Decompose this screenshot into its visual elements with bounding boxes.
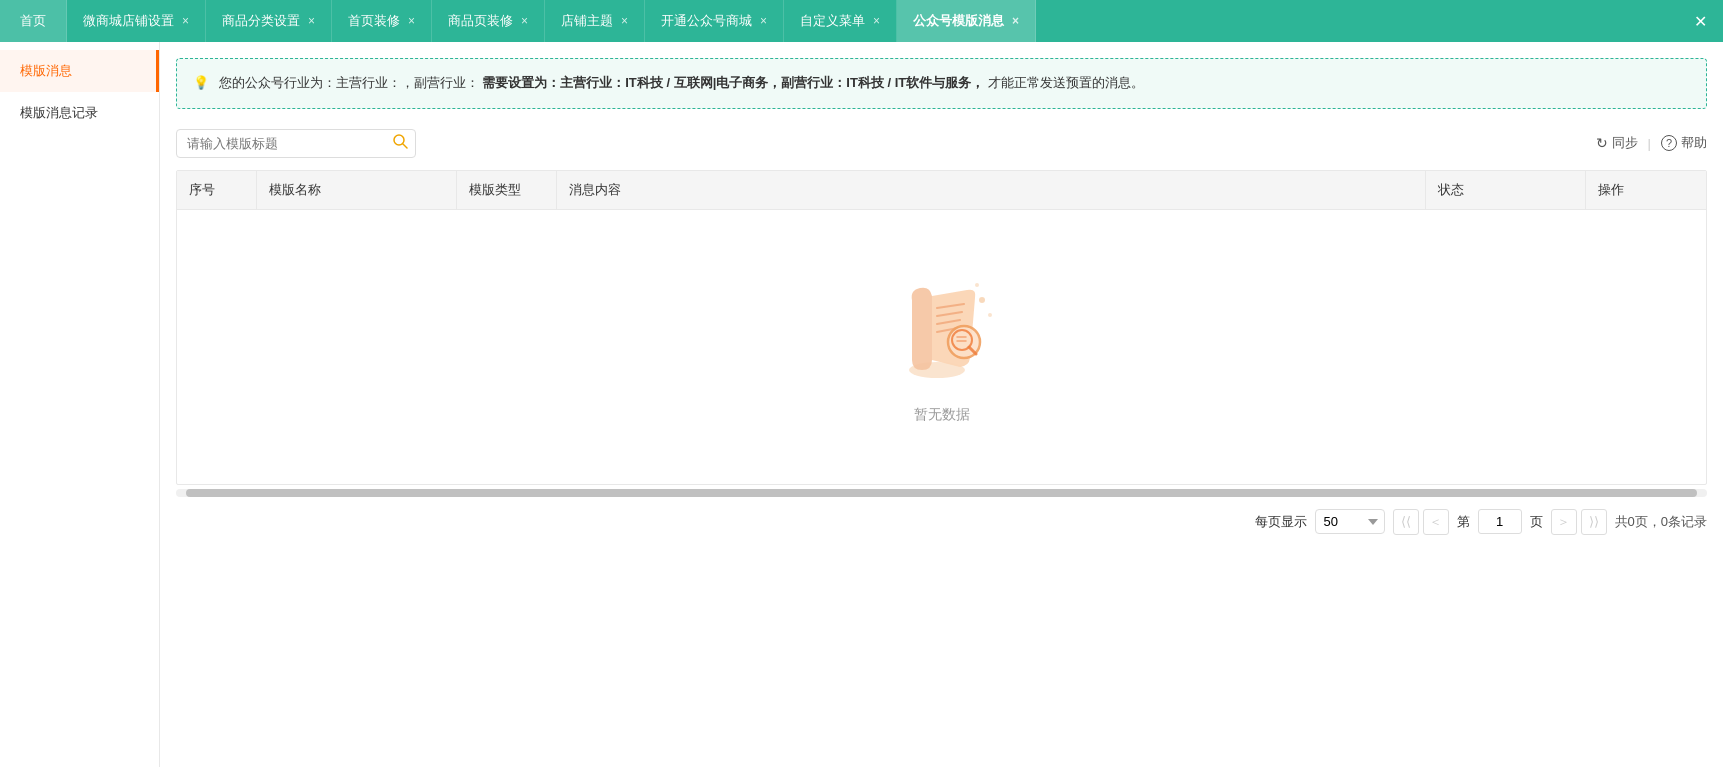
col-header-name: 模版名称 xyxy=(257,171,457,209)
empty-state: 暂无数据 xyxy=(177,210,1706,484)
sidebar-item-template-msg-label: 模版消息 xyxy=(20,63,72,78)
sync-icon: ↻ xyxy=(1596,135,1608,151)
col-header-status: 状态 xyxy=(1426,171,1586,209)
search-button[interactable] xyxy=(393,134,408,152)
search-right: ↻ 同步 | ? 帮助 xyxy=(1596,134,1707,152)
tab-home-label: 首页 xyxy=(20,12,46,30)
svg-point-14 xyxy=(975,283,979,287)
tab-open-mall-close[interactable]: × xyxy=(760,14,767,28)
page-input[interactable] xyxy=(1478,509,1522,534)
tab-product-deco-close[interactable]: × xyxy=(521,14,528,28)
col-header-content: 消息内容 xyxy=(557,171,1426,209)
svg-point-13 xyxy=(988,313,992,317)
sidebar-item-template-msg-log-label: 模版消息记录 xyxy=(20,105,98,120)
pagination: 每页显示 10 20 50 100 ⟨⟨ ＜ 第 页 ＞ ⟩⟩ 共0页，0条记录 xyxy=(176,497,1707,539)
notice-highlight: 需要设置为：主营行业：IT科技 / 互联网|电子商务，副营行业：IT科技 / I… xyxy=(482,75,984,90)
tab-micro-shop-close[interactable]: × xyxy=(182,14,189,28)
bulb-icon: 💡 xyxy=(193,75,209,90)
tab-custom-menu-close[interactable]: × xyxy=(873,14,880,28)
svg-line-1 xyxy=(403,144,407,148)
pagination-nav: ⟨⟨ ＜ 第 页 ＞ ⟩⟩ xyxy=(1393,509,1607,535)
page-prev-button[interactable]: ＜ xyxy=(1423,509,1449,535)
page-next-button[interactable]: ＞ xyxy=(1551,509,1577,535)
tab-home-deco-close[interactable]: × xyxy=(408,14,415,28)
svg-point-12 xyxy=(979,297,985,303)
tab-open-mall[interactable]: 开通公众号商城 × xyxy=(645,0,784,42)
tab-home-deco-label: 首页装修 xyxy=(348,12,400,30)
table-header: 序号 模版名称 模版类型 消息内容 状态 操作 xyxy=(177,171,1706,210)
sync-button[interactable]: ↻ 同步 xyxy=(1596,134,1638,152)
search-left xyxy=(176,129,416,158)
page-first-button[interactable]: ⟨⟨ xyxy=(1393,509,1419,535)
table-scrollbar[interactable] xyxy=(176,489,1707,497)
tab-category-close[interactable]: × xyxy=(308,14,315,28)
tab-micro-shop[interactable]: 微商城店铺设置 × xyxy=(67,0,206,42)
tab-shop-theme[interactable]: 店铺主题 × xyxy=(545,0,645,42)
tab-custom-menu[interactable]: 自定义菜单 × xyxy=(784,0,897,42)
per-page-label: 每页显示 xyxy=(1255,513,1307,531)
notice-prefix: 您的公众号行业为：主营行业：，副营行业： xyxy=(219,75,479,90)
page-word: 第 xyxy=(1457,513,1470,531)
help-label: 帮助 xyxy=(1681,134,1707,152)
notice-suffix: 才能正常发送预置的消息。 xyxy=(988,75,1144,90)
per-page-select[interactable]: 10 20 50 100 xyxy=(1315,509,1385,534)
tab-template-msg-close[interactable]: × xyxy=(1012,14,1019,28)
scrollbar-thumb[interactable] xyxy=(186,489,1697,497)
divider: | xyxy=(1648,136,1651,151)
tab-template-msg-label: 公众号模版消息 xyxy=(913,12,1004,30)
content-area: 💡 您的公众号行业为：主营行业：，副营行业： 需要设置为：主营行业：IT科技 /… xyxy=(160,42,1723,767)
col-header-action: 操作 xyxy=(1586,171,1706,209)
page-last-button[interactable]: ⟩⟩ xyxy=(1581,509,1607,535)
tab-custom-menu-label: 自定义菜单 xyxy=(800,12,865,30)
tab-category-label: 商品分类设置 xyxy=(222,12,300,30)
search-bar: ↻ 同步 | ? 帮助 xyxy=(176,129,1707,158)
notice-box: 💡 您的公众号行业为：主营行业：，副营行业： 需要设置为：主营行业：IT科技 /… xyxy=(176,58,1707,109)
col-header-seq: 序号 xyxy=(177,171,257,209)
empty-text: 暂无数据 xyxy=(914,406,970,424)
sidebar: 模版消息 模版消息记录 xyxy=(0,42,160,767)
page-suffix: 页 xyxy=(1530,513,1543,531)
table: 序号 模版名称 模版类型 消息内容 状态 操作 xyxy=(176,170,1707,485)
search-input[interactable] xyxy=(176,129,416,158)
tab-product-deco-label: 商品页装修 xyxy=(448,12,513,30)
tab-template-msg[interactable]: 公众号模版消息 × xyxy=(897,0,1036,42)
empty-illustration xyxy=(882,270,1002,390)
tab-open-mall-label: 开通公众号商城 xyxy=(661,12,752,30)
tab-shop-theme-label: 店铺主题 xyxy=(561,12,613,30)
tab-home[interactable]: 首页 xyxy=(0,0,67,42)
sidebar-item-template-msg[interactable]: 模版消息 xyxy=(0,50,159,92)
tab-shop-theme-close[interactable]: × xyxy=(621,14,628,28)
main-layout: 模版消息 模版消息记录 💡 您的公众号行业为：主营行业：，副营行业： 需要设置为… xyxy=(0,42,1723,767)
search-input-wrap xyxy=(176,129,416,158)
total-info: 共0页，0条记录 xyxy=(1615,513,1707,531)
tab-home-deco[interactable]: 首页装修 × xyxy=(332,0,432,42)
tab-product-deco[interactable]: 商品页装修 × xyxy=(432,0,545,42)
col-header-type: 模版类型 xyxy=(457,171,557,209)
tab-category[interactable]: 商品分类设置 × xyxy=(206,0,332,42)
tab-bar: 首页 微商城店铺设置 × 商品分类设置 × 首页装修 × 商品页装修 × 店铺主… xyxy=(0,0,1723,42)
tab-micro-shop-label: 微商城店铺设置 xyxy=(83,12,174,30)
close-all-tabs-button[interactable]: ✕ xyxy=(1678,0,1723,42)
help-button[interactable]: ? 帮助 xyxy=(1661,134,1707,152)
help-icon: ? xyxy=(1661,135,1677,151)
sidebar-item-template-msg-log[interactable]: 模版消息记录 xyxy=(0,92,159,134)
sync-label: 同步 xyxy=(1612,134,1638,152)
